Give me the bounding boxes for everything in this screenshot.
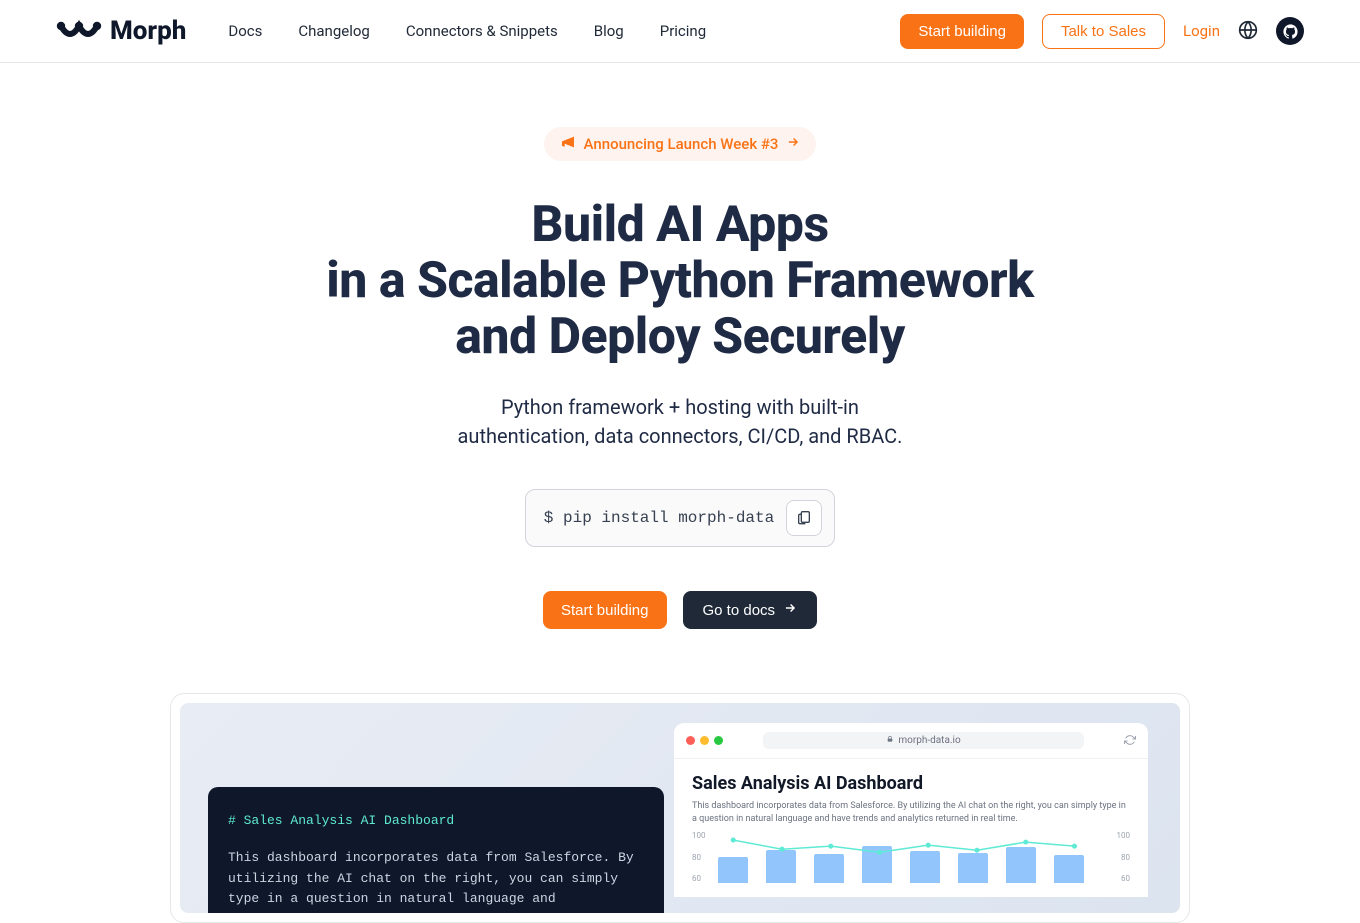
start-building-button[interactable]: Start building	[900, 14, 1024, 49]
logo[interactable]: Morph	[56, 16, 186, 46]
browser-card: morph-data.io Sales Analysis AI Dashboar…	[674, 723, 1148, 897]
code-heading: # Sales Analysis AI Dashboard	[228, 811, 644, 832]
hero: Announcing Launch Week #3 Build AI Apps …	[0, 63, 1360, 923]
header: Morph Docs Changelog Connectors & Snippe…	[0, 0, 1360, 63]
go-to-docs-button[interactable]: Go to docs	[683, 591, 818, 629]
hero-title-line1: Build AI Apps	[531, 196, 828, 254]
code-editor-card: # Sales Analysis AI Dashboard This dashb…	[208, 787, 664, 913]
dashboard-description: This dashboard incorporates data from Sa…	[692, 800, 1130, 825]
hero-sub-line2: authentication, data connectors, CI/CD, …	[458, 424, 903, 448]
close-dot-icon	[686, 736, 695, 745]
hero-subtitle: Python framework + hosting with built-in…	[458, 393, 903, 451]
y-tick: 60	[692, 874, 706, 883]
nav-pricing[interactable]: Pricing	[660, 22, 706, 40]
y-axis-right: 100 80 60	[1117, 831, 1131, 883]
url-text: morph-data.io	[898, 735, 960, 746]
dashboard-title: Sales Analysis AI Dashboard	[692, 773, 1130, 794]
talk-to-sales-button[interactable]: Talk to Sales	[1042, 14, 1165, 49]
nav-connectors[interactable]: Connectors & Snippets	[406, 22, 558, 40]
y-tick: 80	[692, 853, 706, 862]
y-tick: 60	[1117, 874, 1131, 883]
browser-chrome: morph-data.io	[674, 723, 1148, 759]
github-icon	[1276, 17, 1304, 45]
megaphone-icon	[560, 134, 576, 154]
y-axis-left: 100 80 60	[692, 831, 706, 883]
chart-line	[718, 835, 1104, 884]
arrow-right-icon	[783, 601, 797, 619]
announcement-pill[interactable]: Announcing Launch Week #3	[544, 127, 817, 161]
refresh-icon	[1124, 731, 1136, 750]
hero-sub-line1: Python framework + hosting with built-in	[501, 395, 859, 419]
y-tick: 100	[1117, 831, 1131, 840]
hero-title-line3: and Deploy Securely	[455, 308, 904, 366]
globe-icon	[1238, 20, 1258, 43]
cta-row: Start building Go to docs	[543, 591, 817, 629]
logo-text: Morph	[110, 16, 186, 46]
hero-title: Build AI Apps in a Scalable Python Frame…	[326, 197, 1033, 365]
nav-docs[interactable]: Docs	[228, 22, 262, 40]
install-command: $ pip install morph-data	[544, 509, 774, 527]
y-tick: 100	[692, 831, 706, 840]
code-body: This dashboard incorporates data from Sa…	[228, 848, 644, 910]
install-box: $ pip install morph-data	[525, 489, 835, 547]
header-left: Morph Docs Changelog Connectors & Snippe…	[56, 16, 706, 46]
nav-changelog[interactable]: Changelog	[298, 22, 369, 40]
maximize-dot-icon	[714, 736, 723, 745]
hero-title-line2: in a Scalable Python Framework	[326, 252, 1033, 310]
y-tick: 80	[1117, 853, 1131, 862]
copy-button[interactable]	[786, 500, 822, 536]
nav-blog[interactable]: Blog	[594, 22, 624, 40]
nav: Docs Changelog Connectors & Snippets Blo…	[228, 22, 706, 40]
announcement-text: Announcing Launch Week #3	[584, 135, 779, 153]
url-bar: morph-data.io	[763, 732, 1084, 749]
window-controls	[686, 736, 723, 745]
header-right: Start building Talk to Sales Login	[900, 14, 1304, 49]
login-link[interactable]: Login	[1183, 22, 1220, 40]
preview-container: # Sales Analysis AI Dashboard This dashb…	[170, 693, 1190, 923]
clipboard-icon	[796, 509, 812, 528]
lock-icon	[886, 735, 894, 746]
minimize-dot-icon	[700, 736, 709, 745]
dashboard-body: Sales Analysis AI Dashboard This dashboa…	[674, 759, 1148, 897]
go-to-docs-label: Go to docs	[703, 602, 776, 619]
mini-chart: 100 80 60 100 80 60	[692, 835, 1130, 883]
language-button[interactable]	[1238, 20, 1258, 43]
arrow-right-icon	[786, 135, 800, 153]
logo-icon	[56, 20, 102, 42]
github-link[interactable]	[1276, 17, 1304, 45]
hero-start-building-button[interactable]: Start building	[543, 591, 667, 629]
preview-inner: # Sales Analysis AI Dashboard This dashb…	[180, 703, 1180, 913]
